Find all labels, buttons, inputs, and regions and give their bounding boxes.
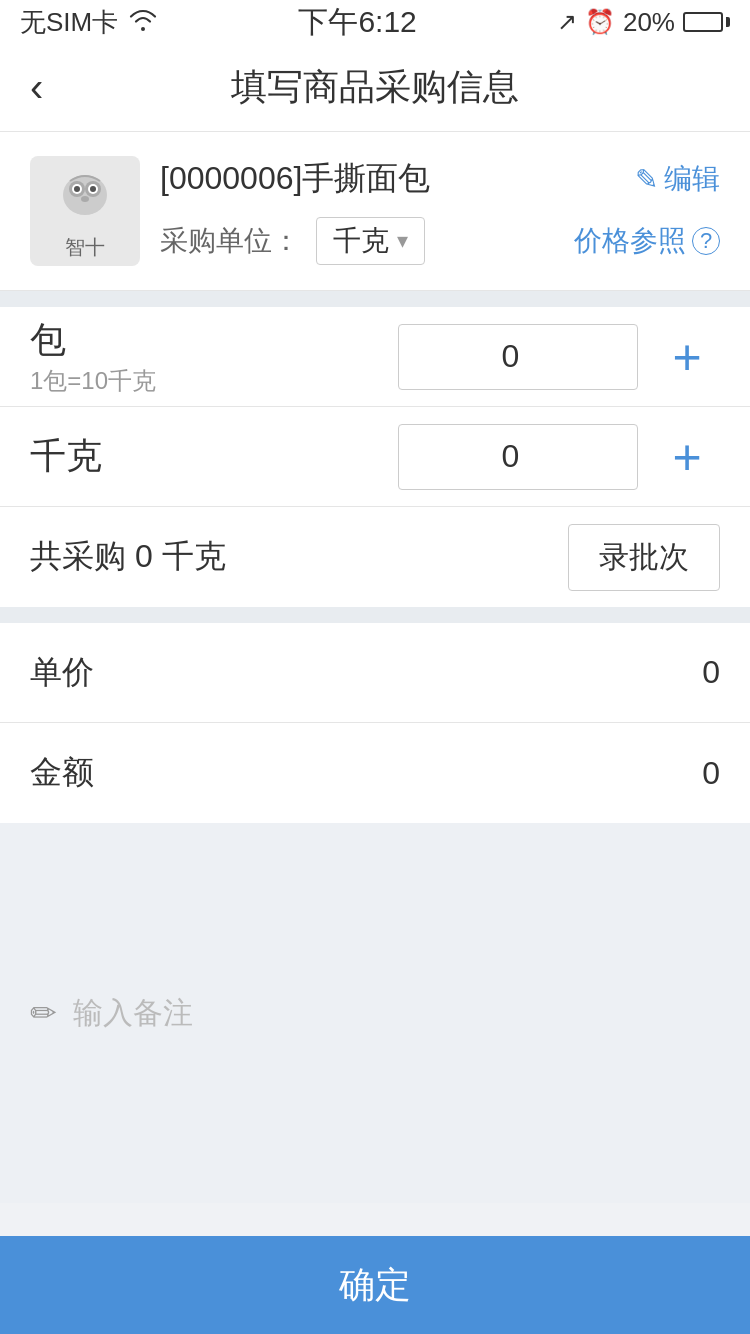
unit-price-row: 单价 0 [0, 623, 750, 723]
edit-label: 编辑 [664, 160, 720, 198]
product-name: [0000006]手撕面包 [160, 157, 430, 201]
amount-value: 0 [702, 755, 720, 792]
carrier-text: 无SIM卡 [20, 5, 118, 40]
wifi-icon [128, 7, 158, 38]
status-right: ↗ ⏰ 20% [557, 7, 730, 38]
confirm-label: 确定 [339, 1261, 411, 1310]
kg-input-control: + [170, 424, 720, 490]
svg-point-5 [74, 186, 80, 192]
bao-input-row: 包 1包=10千克 + [0, 307, 750, 407]
edit-icon: ✎ [635, 163, 658, 196]
section-divider-1 [0, 291, 750, 307]
location-icon: ↗ [557, 8, 577, 36]
kg-main-label: 千克 [30, 432, 170, 481]
product-info: [0000006]手撕面包 ✎ 编辑 采购单位： 千克 ▾ 价格参照 ? [160, 157, 720, 265]
kg-plus-button[interactable]: + [654, 424, 720, 490]
price-section: 单价 0 金额 0 [0, 623, 750, 823]
status-time: 下午6:12 [298, 2, 416, 43]
pencil-icon: ✏ [30, 994, 57, 1032]
status-left: 无SIM卡 [20, 5, 158, 40]
unit-price-label: 单价 [30, 651, 94, 695]
section-divider-2 [0, 607, 750, 623]
price-ref-label: 价格参照 [574, 222, 686, 260]
page-title: 填写商品采购信息 [231, 63, 519, 112]
svg-point-0 [63, 175, 107, 215]
amount-row: 金额 0 [0, 723, 750, 823]
battery-percent: 20% [623, 7, 675, 38]
price-ref-button[interactable]: 价格参照 ? [574, 222, 720, 260]
summary-text: 共采购 0 千克 [30, 535, 226, 579]
confirm-button[interactable]: 确定 [0, 1236, 750, 1334]
purchase-unit-label: 采购单位： [160, 222, 300, 260]
record-batch-button[interactable]: 录批次 [568, 524, 720, 591]
bao-label-group: 包 1包=10千克 [30, 316, 170, 397]
input-section: 包 1包=10千克 + 千克 + [0, 307, 750, 507]
chevron-down-icon: ▾ [397, 228, 408, 254]
remark-section[interactable]: ✏ 输入备注 [0, 823, 750, 1203]
amount-label: 金额 [30, 751, 94, 795]
status-bar: 无SIM卡 下午6:12 ↗ ⏰ 20% [0, 0, 750, 44]
back-button[interactable]: ‹ [30, 65, 43, 110]
bao-main-label: 包 [30, 316, 170, 365]
remark-placeholder: 输入备注 [73, 993, 193, 1034]
bao-sub-label: 1包=10千克 [30, 365, 170, 397]
kg-label-group: 千克 [30, 432, 170, 481]
help-icon: ? [692, 227, 720, 255]
battery-icon [683, 12, 730, 32]
product-card: 智十 [0000006]手撕面包 ✎ 编辑 采购单位： 千克 ▾ 价格参照 ? [0, 132, 750, 291]
svg-point-6 [90, 186, 96, 192]
bao-number-input[interactable] [398, 324, 638, 390]
purchase-unit-row: 采购单位： 千克 ▾ 价格参照 ? [160, 217, 720, 265]
product-name-row: [0000006]手撕面包 ✎ 编辑 [160, 157, 720, 201]
unit-price-value: 0 [702, 654, 720, 691]
bao-input-control: + [170, 324, 720, 390]
product-image: 智十 [30, 156, 140, 266]
nav-bar: ‹ 填写商品采购信息 [0, 44, 750, 132]
alarm-icon: ⏰ [585, 8, 615, 36]
kg-input-row: 千克 + [0, 407, 750, 507]
svg-point-7 [81, 196, 89, 202]
edit-button[interactable]: ✎ 编辑 [635, 160, 720, 198]
summary-row: 共采购 0 千克 录批次 [0, 507, 750, 607]
bao-plus-button[interactable]: + [654, 324, 720, 390]
kg-number-input[interactable] [398, 424, 638, 490]
unit-value: 千克 [333, 222, 389, 260]
unit-select[interactable]: 千克 ▾ [316, 217, 425, 265]
product-image-label: 智十 [65, 234, 105, 261]
product-owl-icon [55, 161, 115, 230]
